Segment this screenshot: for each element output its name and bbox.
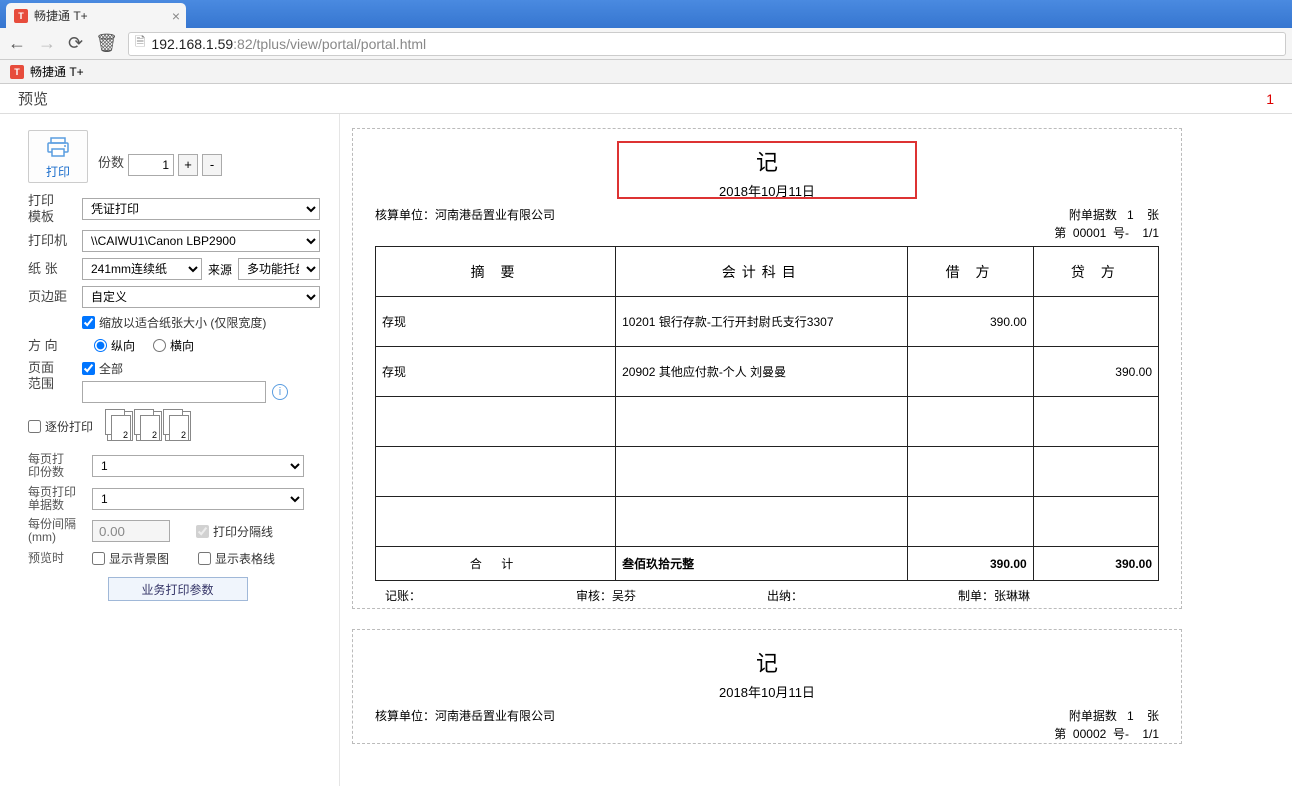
template-select[interactable]: 凭证打印 [82,198,320,220]
per-page-copies-label: 每页打 印份数 [28,453,86,479]
print-separator-checkbox[interactable]: 打印分隔线 [196,523,273,540]
fit-width-checkbox[interactable]: 缩放以适合纸张大小 (仅限宽度) [82,314,266,331]
copies-label: 份数 [98,152,124,171]
org-label: 核算单位： [375,208,435,222]
document-icon: 🗎 [135,33,145,55]
tab-title: 畅捷通 T+ [34,7,88,24]
collate-preview-icon: 12 [107,411,133,441]
col-debit: 借 方 [908,247,1033,297]
table-row [376,447,1159,497]
voucher-page: 记 2018年10月11日 核算单位：河南港岳置业有限公司 附单据数 1 张 第… [352,128,1182,609]
print-button-label: 打印 [29,163,87,180]
copies-plus-button[interactable]: + [178,154,198,176]
orientation-landscape-radio[interactable]: 横向 [153,337,194,354]
print-settings-sidebar: 打印 份数 + - 打印 模板 凭证打印 打印机 \\CAIWU1\Canon … [0,114,340,786]
col-subject: 会计科目 [616,247,908,297]
source-select[interactable]: 多功能托盘 [238,258,320,280]
table-row: 存现20902 其他应付款-个人 刘曼曼390.00 [376,347,1159,397]
page-range-label: 页面 范围 [28,360,76,391]
margin-label: 页边距 [28,289,76,305]
org-value: 河南港岳置业有限公司 [435,709,555,723]
table-row [376,497,1159,547]
voucher-title: 记 [375,646,1159,678]
trash-icon[interactable]: 🗑 [93,33,120,54]
voucher-meta-right: 附单据数 1 张 第 00001 号- 1/1 [959,206,1159,242]
collate-preview-icon: 12 [165,411,191,441]
collate-checkbox[interactable]: 逐份打印 [28,418,93,435]
business-print-params-button[interactable]: 业务打印参数 [108,577,248,601]
footer-maker: 制单：张琳琳 [958,587,1149,604]
paper-label: 纸 张 [28,261,76,277]
copies-input[interactable] [128,154,174,176]
spacing-input [92,520,170,542]
org-label: 核算单位： [375,709,435,723]
source-label: 来源 [208,261,232,278]
per-page-orders-select[interactable]: 1 [92,488,304,510]
voucher-meta-right: 附单据数 1 张 第 00002 号- 1/1 [959,707,1159,743]
footer-cashier: 出纳： [767,587,958,604]
per-page-orders-label: 每页打印 单据数 [28,486,86,512]
col-summary: 摘 要 [376,247,616,297]
browser-tabs: T 畅捷通 T+ × [0,0,1292,28]
total-row: 合 计 叁佰玖拾元整 390.00 390.00 [376,547,1159,581]
highlight-box [617,141,917,199]
back-icon[interactable]: ← [6,33,28,54]
orientation-portrait-radio[interactable]: 纵向 [94,337,135,354]
printer-icon [44,135,72,159]
show-grid-checkbox[interactable]: 显示表格线 [198,550,275,567]
table-row [376,397,1159,447]
per-page-copies-select[interactable]: 1 [92,455,304,477]
browser-tab[interactable]: T 畅捷通 T+ × [6,3,186,28]
url-path: /tplus/view/portal/portal.html [253,36,427,52]
fit-width-checkbox-input[interactable] [82,316,95,329]
template-label: 打印 模板 [28,193,76,224]
bookmark-title[interactable]: 畅捷通 T+ [30,63,84,80]
preview-content[interactable]: 记 2018年10月11日 核算单位：河南港岳置业有限公司 附单据数 1 张 第… [340,114,1292,786]
printer-label: 打印机 [28,233,76,249]
print-button[interactable]: 打印 [28,130,88,183]
address-bar: ← → ⟳ 🗑 🗎 192.168.1.59:82/tplus/view/por… [0,28,1292,60]
footer-audit: 审核：吴芬 [576,587,767,604]
app-header: 预览 1 [0,84,1292,114]
page-title: 预览 [18,88,48,109]
reload-icon[interactable]: ⟳ [66,33,85,54]
printer-select[interactable]: \\CAIWU1\Canon LBP2900 [82,230,320,252]
voucher-footer: 记账： 审核：吴芬 出纳： 制单：张琳琳 [375,587,1159,604]
show-bg-checkbox[interactable]: 显示背景图 [92,550,192,567]
voucher-date: 2018年10月11日 [375,682,1159,701]
copies-minus-button[interactable]: - [202,154,222,176]
bookmarks-bar: T 畅捷通 T+ [0,60,1292,84]
col-credit: 贷 方 [1033,247,1158,297]
header-count: 1 [1266,91,1274,107]
voucher-table: 摘 要 会计科目 借 方 贷 方 存现10201 银行存款-工行开封尉氏支行33… [375,246,1159,581]
bookmark-favicon-icon: T [10,65,24,79]
close-icon[interactable]: × [172,8,180,24]
paper-select[interactable]: 241mm连续纸 [82,258,202,280]
preview-label: 预览时 [28,552,86,565]
forward-icon[interactable]: → [36,33,58,54]
url-input[interactable]: 🗎 192.168.1.59:82/tplus/view/portal/port… [128,32,1286,56]
spacing-label: 每份间隔 (mm) [28,518,86,544]
page-range-input[interactable] [82,381,266,403]
app-favicon-icon: T [14,9,28,23]
table-row: 存现10201 银行存款-工行开封尉氏支行3307390.00 [376,297,1159,347]
orientation-label: 方 向 [28,338,76,354]
page-range-all-checkbox[interactable]: 全部 [82,360,288,377]
org-value: 河南港岳置业有限公司 [435,208,555,222]
url-ip: 192.168.1.59 [151,36,233,52]
collate-preview-icon: 12 [136,411,162,441]
margin-select[interactable]: 自定义 [82,286,320,308]
footer-entry: 记账： [385,587,576,604]
url-port: :82 [233,36,252,52]
info-icon[interactable]: i [272,384,288,400]
voucher-page: 记 2018年10月11日 核算单位：河南港岳置业有限公司 附单据数 1 张 第… [352,629,1182,744]
